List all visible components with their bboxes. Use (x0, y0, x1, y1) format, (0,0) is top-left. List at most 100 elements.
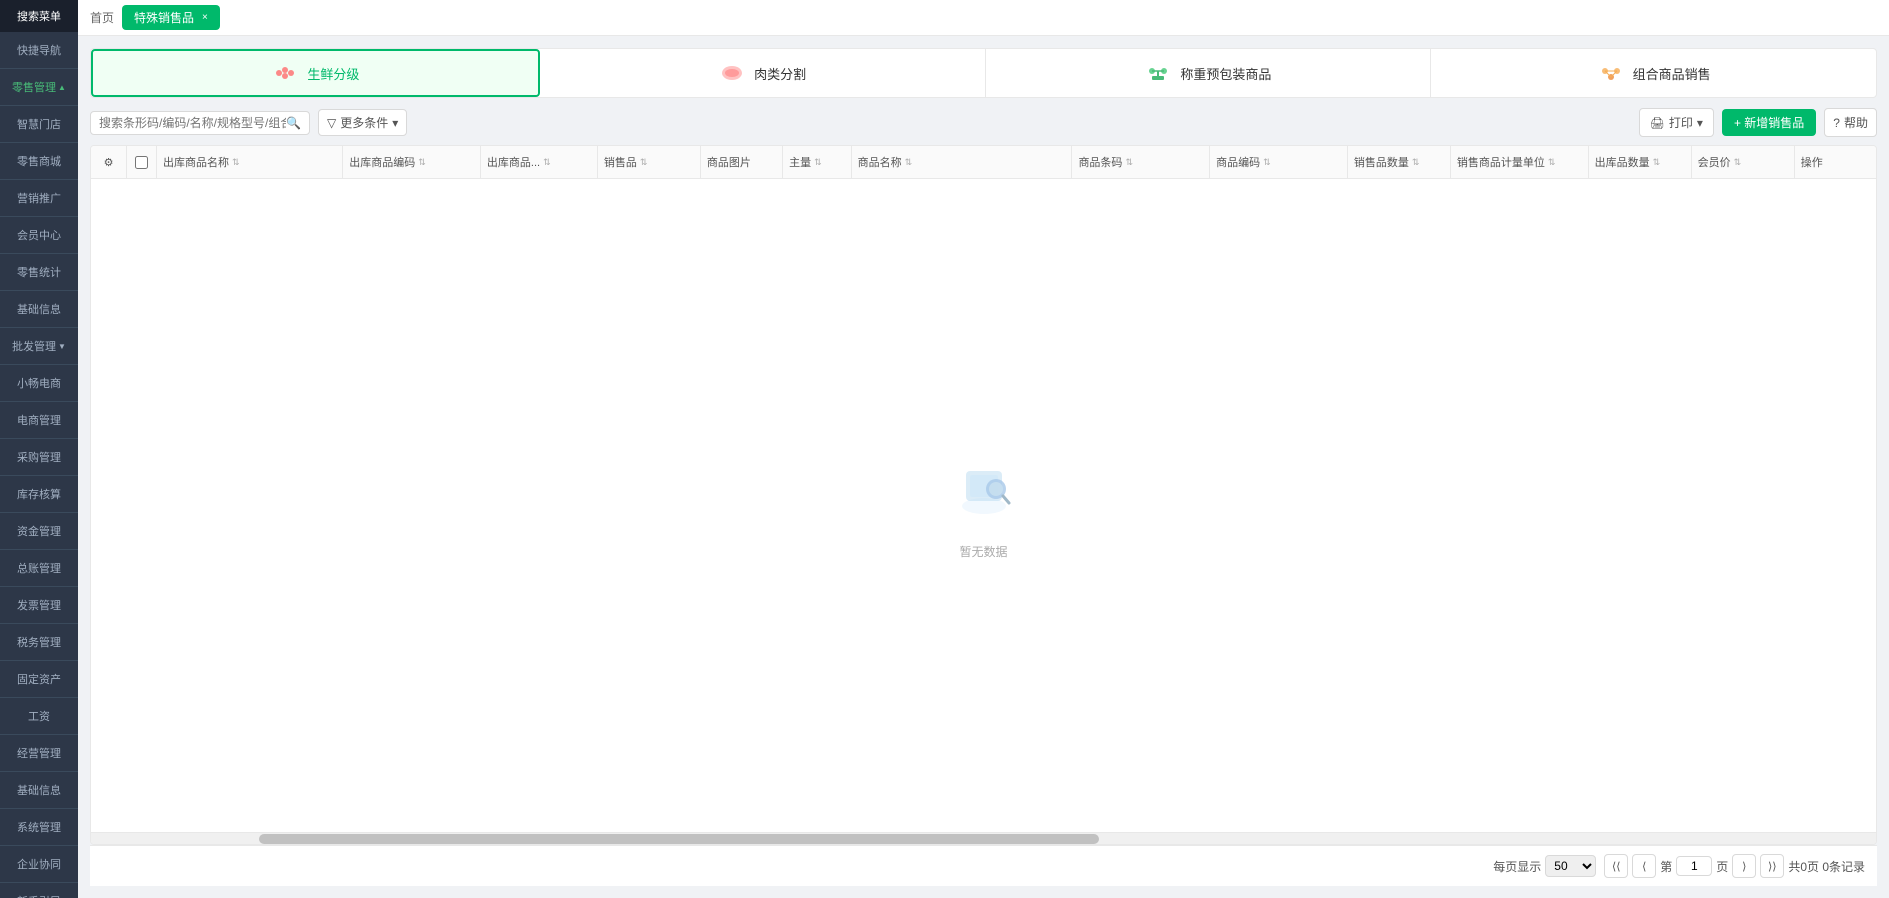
sort-icon[interactable]: ⇅ (1734, 157, 1742, 168)
total-info: 共0页 0条记录 (1788, 858, 1865, 875)
print-icon: 🖨 (1650, 116, 1665, 130)
fresh-icon (271, 63, 299, 83)
sidebar-item-operations-mgmt[interactable]: 经营管理 (0, 735, 78, 772)
page-nav: ⟨⟨ ⟨ 第 页 ⟩ ⟩⟩ 共0页 0条记录 (1604, 854, 1865, 878)
sidebar-item-system-mgmt[interactable]: 系统管理 (0, 809, 78, 846)
sidebar-logo[interactable]: 搜索菜单 (0, 0, 78, 32)
sort-icon[interactable]: ⇅ (1263, 157, 1271, 168)
page-input-wrap (1676, 856, 1712, 876)
sidebar-item-quick-nav[interactable]: 快捷导航 (0, 32, 78, 69)
sidebar-item-retail-mgmt[interactable]: 零售管理 ▲ (0, 69, 78, 106)
data-table: ⚙ 出库商品名称 ⇅ 出库商品编码 ⇅ 出库商品... ⇅ (90, 145, 1877, 845)
sidebar-item-ecom-mgmt[interactable]: 电商管理 (0, 402, 78, 439)
sidebar-item-fund-mgmt[interactable]: 资金管理 (0, 513, 78, 550)
empty-state: 暂无数据 (91, 179, 1876, 832)
first-page-button[interactable]: ⟨⟨ (1604, 854, 1628, 878)
page-size-select: 每页显示 50 100 200 (1493, 855, 1596, 877)
page-size-dropdown[interactable]: 50 100 200 (1545, 855, 1596, 877)
chevron-down-icon: ▲ (58, 83, 66, 92)
sort-icon[interactable]: ⇅ (814, 157, 822, 168)
cat-tab-scale-label: 称重预包装商品 (1180, 64, 1271, 83)
th-good-code: 商品编码 ⇅ (1210, 146, 1348, 178)
sidebar-item-new-guide[interactable]: 新手引导 (0, 883, 78, 898)
sidebar-item-wholesale-mgmt[interactable]: 批发管理 ▼ (0, 328, 78, 365)
sidebar-item-purchase-mgmt[interactable]: 采购管理 (0, 439, 78, 476)
cat-tab-combo-label: 组合商品销售 (1633, 64, 1711, 83)
sort-icon[interactable]: ⇅ (232, 157, 240, 168)
scrollbar-thumb[interactable] (259, 834, 1099, 844)
cat-tab-fresh[interactable]: 生鲜分级 (91, 49, 540, 97)
sort-icon[interactable]: ⇅ (418, 157, 426, 168)
sidebar-item-company-agreement[interactable]: 企业协同 (0, 846, 78, 883)
sidebar-item-general-ledger[interactable]: 总账管理 (0, 550, 78, 587)
page-number-input[interactable] (1676, 856, 1712, 876)
th-setting[interactable]: ⚙ (91, 146, 127, 178)
sidebar-item-basic-info[interactable]: 基础信息 (0, 291, 78, 328)
search-icon[interactable]: 🔍 (286, 116, 301, 130)
horizontal-scrollbar[interactable] (91, 832, 1876, 844)
th-good-name: 商品名称 ⇅ (852, 146, 1073, 178)
th-member-price: 会员价 ⇅ (1692, 146, 1795, 178)
chevron-down-icon: ▾ (392, 116, 398, 130)
add-sale-item-button[interactable]: + 新增销售品 (1722, 109, 1816, 136)
close-tab-icon[interactable]: × (202, 12, 208, 23)
th-sale-qty: 销售品数量 ⇅ (1348, 146, 1451, 178)
setting-icon[interactable]: ⚙ (104, 156, 114, 169)
th-checkbox[interactable] (127, 146, 157, 178)
sort-icon[interactable]: ⇅ (1548, 157, 1556, 168)
sidebar-item-member-center[interactable]: 会员中心 (0, 217, 78, 254)
sort-icon[interactable]: ⇅ (1125, 157, 1133, 168)
meat-icon (718, 63, 746, 83)
active-tab[interactable]: 特殊销售品 × (122, 5, 220, 30)
sidebar-item-basic-info2[interactable]: 基础信息 (0, 772, 78, 809)
sort-icon[interactable]: ⇅ (1653, 157, 1661, 168)
th-img: 商品图片 (701, 146, 783, 178)
sidebar-item-inventory[interactable]: 库存核算 (0, 476, 78, 513)
th-main: 主量 ⇅ (783, 146, 851, 178)
sort-icon[interactable]: ⇅ (640, 157, 648, 168)
sidebar-item-retail-stats[interactable]: 零售统计 (0, 254, 78, 291)
sidebar-item-fixed-assets[interactable]: 固定资产 (0, 661, 78, 698)
prev-page-button[interactable]: ⟨ (1632, 854, 1656, 878)
last-page-button[interactable]: ⟩⟩ (1760, 854, 1784, 878)
next-page-button[interactable]: ⟩ (1732, 854, 1756, 878)
page-content: 生鲜分级 肉类分割 (78, 36, 1889, 898)
sidebar-item-tax-mgmt[interactable]: 税务管理 (0, 624, 78, 661)
help-button[interactable]: ? 帮助 (1824, 108, 1877, 137)
search-input[interactable] (99, 116, 286, 130)
topnav: 首页 特殊销售品 × (78, 0, 1889, 36)
sidebar-item-invoice-mgmt[interactable]: 发票管理 (0, 587, 78, 624)
select-all-checkbox[interactable] (135, 156, 148, 169)
cat-tab-combo[interactable]: 组合商品销售 (1431, 49, 1876, 97)
sort-icon[interactable]: ⇅ (905, 157, 913, 168)
sidebar-item-salary[interactable]: 工资 (0, 698, 78, 735)
sort-icon[interactable]: ⇅ (543, 157, 551, 168)
scale-icon (1144, 63, 1172, 83)
search-box[interactable]: 🔍 (90, 111, 310, 135)
th-out-name: 出库商品名称 ⇅ (157, 146, 343, 178)
print-button[interactable]: 🖨 打印 ▾ (1639, 108, 1714, 137)
th-barcode: 商品条码 ⇅ (1072, 146, 1210, 178)
th-out-qty: 出库品数量 ⇅ (1589, 146, 1692, 178)
pagination: 每页显示 50 100 200 ⟨⟨ ⟨ 第 页 ⟩ ⟩⟩ 共0页 0条记录 (90, 845, 1877, 886)
filter-icon: ▽ (327, 116, 336, 130)
home-tab[interactable]: 首页 (90, 9, 114, 26)
th-sale-unit: 销售商品计量单位 ⇅ (1451, 146, 1589, 178)
th-out-code: 出库商品编码 ⇅ (343, 146, 481, 178)
sort-icon[interactable]: ⇅ (1412, 157, 1420, 168)
sidebar-item-marketing[interactable]: 营销推广 (0, 180, 78, 217)
cat-tab-meat-label: 肉类分割 (754, 64, 806, 83)
th-sale-good: 销售品 ⇅ (598, 146, 701, 178)
sidebar-item-retail-mall[interactable]: 零售商城 (0, 143, 78, 180)
th-op: 操作 (1795, 146, 1876, 178)
filter-button[interactable]: ▽ 更多条件 ▾ (318, 109, 407, 136)
chevron-down-icon: ▾ (1697, 116, 1703, 130)
cat-tab-meat[interactable]: 肉类分割 (540, 49, 986, 97)
table-header: ⚙ 出库商品名称 ⇅ 出库商品编码 ⇅ 出库商品... ⇅ (91, 146, 1876, 179)
cat-tab-scale[interactable]: 称重预包装商品 (986, 49, 1432, 97)
toolbar-right: 🖨 打印 ▾ + 新增销售品 ? 帮助 (1639, 108, 1877, 137)
main-content: 首页 特殊销售品 × 生鲜分级 (78, 0, 1889, 898)
sidebar-item-mini-ecom[interactable]: 小畅电商 (0, 365, 78, 402)
combo-icon (1597, 63, 1625, 83)
sidebar-item-smart-store[interactable]: 智慧门店 (0, 106, 78, 143)
